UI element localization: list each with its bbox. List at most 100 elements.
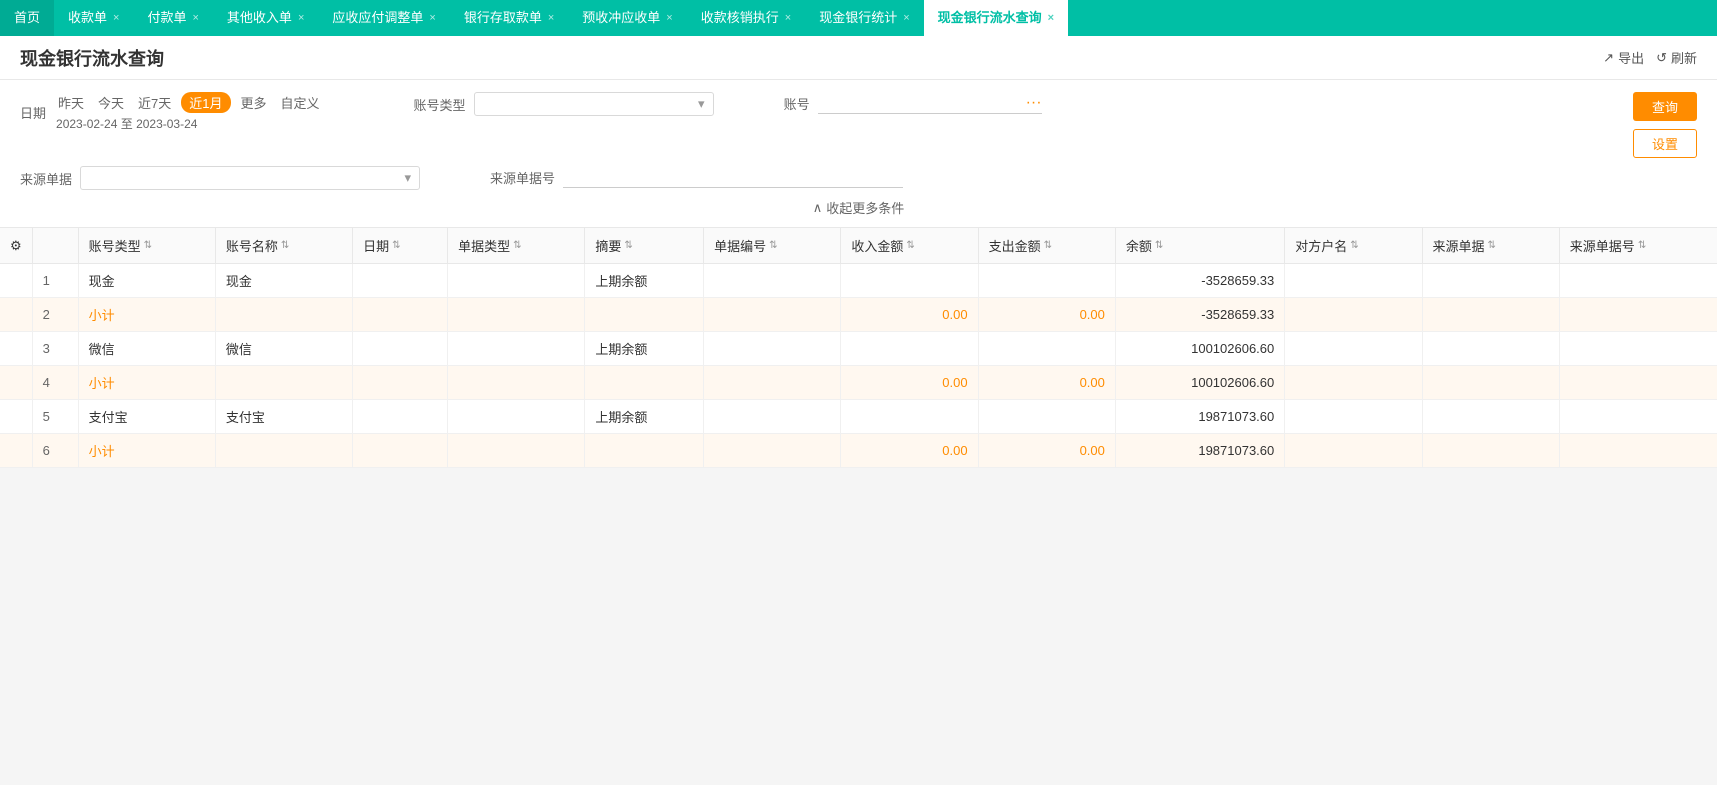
table-cell xyxy=(585,366,704,400)
table-cell xyxy=(1559,366,1717,400)
export-label: 导出 xyxy=(1618,48,1644,67)
th-doc-no[interactable]: 单据编号⇅ xyxy=(704,228,841,264)
close-icon[interactable]: × xyxy=(429,0,435,36)
table-container: ⚙ 账号类型⇅ 账号名称⇅ 日期⇅ 单据类型⇅ 摘要⇅ xyxy=(0,228,1717,468)
chevron-up-icon: ∧ xyxy=(813,200,823,216)
account-type-select[interactable]: ▾ xyxy=(474,92,714,116)
table-cell: 0.00 xyxy=(841,434,978,468)
nav-tab-yushouzhongying[interactable]: 预收冲应收单 × xyxy=(568,0,686,36)
source-doc-select[interactable]: ▾ xyxy=(80,166,420,190)
table-cell xyxy=(1559,332,1717,366)
main-table: ⚙ 账号类型⇅ 账号名称⇅ 日期⇅ 单据类型⇅ 摘要⇅ xyxy=(0,228,1717,468)
nav-tab-fukudan[interactable]: 付款单 × xyxy=(133,0,212,36)
th-account-name[interactable]: 账号名称⇅ xyxy=(215,228,352,264)
table-cell xyxy=(448,366,585,400)
nav-tab-label: 付款单 xyxy=(147,0,186,36)
table-cell xyxy=(0,400,32,434)
chevron-down-icon: ▾ xyxy=(404,170,411,186)
th-counterpart[interactable]: 对方户名⇅ xyxy=(1285,228,1422,264)
nav-tab-liushui[interactable]: 现金银行流水查询 × xyxy=(924,0,1068,36)
th-source-doc-no[interactable]: 来源单据号⇅ xyxy=(1559,228,1717,264)
sort-icon: ⇅ xyxy=(392,240,400,251)
date-opt-today[interactable]: 今天 xyxy=(94,92,128,113)
table-cell: 现金 xyxy=(78,264,215,298)
nav-tab-yingshoutiaozheng[interactable]: 应收应付调整单 × xyxy=(318,0,449,36)
close-icon[interactable]: × xyxy=(192,0,198,36)
th-balance[interactable]: 余额⇅ xyxy=(1115,228,1284,264)
table-cell xyxy=(1285,366,1422,400)
th-expense[interactable]: 支出金额⇅ xyxy=(978,228,1115,264)
table-cell: 现金 xyxy=(215,264,352,298)
table-row[interactable]: 6小计0.000.0019871073.60 xyxy=(0,434,1717,468)
nav-home[interactable]: 首页 xyxy=(0,0,54,36)
table-row[interactable]: 2小计0.000.00-3528659.33 xyxy=(0,298,1717,332)
table-cell xyxy=(215,366,352,400)
collapse-button[interactable]: ∧ 收起更多条件 xyxy=(20,198,1697,217)
source-doc-no-input[interactable] xyxy=(563,166,883,187)
table-cell xyxy=(1422,434,1559,468)
table-cell xyxy=(704,366,841,400)
th-income[interactable]: 收入金额⇅ xyxy=(841,228,978,264)
table-cell: 上期余额 xyxy=(585,332,704,366)
table-cell: 5 xyxy=(32,400,78,434)
export-icon: ↗ xyxy=(1603,50,1614,66)
nav-tab-shoukuanhexiao[interactable]: 收款核销执行 × xyxy=(687,0,805,36)
top-nav: 首页 收款单 × 付款单 × 其他收入单 × 应收应付调整单 × 银行存取款单 … xyxy=(0,0,1717,36)
th-account-type[interactable]: 账号类型⇅ xyxy=(78,228,215,264)
table-cell: 4 xyxy=(32,366,78,400)
table-cell xyxy=(1285,264,1422,298)
table-cell xyxy=(978,332,1115,366)
account-dots-button[interactable]: ··· xyxy=(1026,94,1042,112)
close-icon[interactable]: × xyxy=(548,0,554,36)
date-opt-yesterday[interactable]: 昨天 xyxy=(54,92,88,113)
setting-button[interactable]: 设置 xyxy=(1633,129,1697,158)
th-doc-type[interactable]: 单据类型⇅ xyxy=(448,228,585,264)
table-row[interactable]: 1现金现金上期余额-3528659.33 xyxy=(0,264,1717,298)
date-opt-more[interactable]: 更多 xyxy=(237,92,271,113)
table-cell: 100102606.60 xyxy=(1115,366,1284,400)
table-row[interactable]: 3微信微信上期余额100102606.60 xyxy=(0,332,1717,366)
sort-icon: ⇅ xyxy=(1350,240,1358,251)
table-cell: 微信 xyxy=(78,332,215,366)
table-cell xyxy=(215,298,352,332)
table-cell xyxy=(1559,434,1717,468)
nav-tab-xianjinyinhang[interactable]: 现金银行统计 × xyxy=(805,0,923,36)
table-cell xyxy=(841,400,978,434)
table-cell: 2 xyxy=(32,298,78,332)
export-button[interactable]: ↗ 导出 xyxy=(1603,48,1644,67)
nav-tab-label: 收款核销执行 xyxy=(701,0,779,36)
nav-tab-shoudan[interactable]: 收款单 × xyxy=(54,0,133,36)
table-row[interactable]: 5支付宝支付宝上期余额19871073.60 xyxy=(0,400,1717,434)
table-cell xyxy=(1422,366,1559,400)
date-opt-7days[interactable]: 近7天 xyxy=(134,92,175,113)
table-cell: 100102606.60 xyxy=(1115,332,1284,366)
close-icon[interactable]: × xyxy=(113,0,119,36)
query-button[interactable]: 查询 xyxy=(1633,92,1697,121)
filter-row-2: 来源单据 ▾ 来源单据号 xyxy=(20,166,1697,190)
th-source-doc[interactable]: 来源单据⇅ xyxy=(1422,228,1559,264)
date-opt-custom[interactable]: 自定义 xyxy=(277,92,324,113)
table-row[interactable]: 4小计0.000.00100102606.60 xyxy=(0,366,1717,400)
th-summary[interactable]: 摘要⇅ xyxy=(585,228,704,264)
nav-tab-label: 现金银行统计 xyxy=(819,0,897,36)
close-icon[interactable]: × xyxy=(298,0,304,36)
nav-tab-yinhangcunqu[interactable]: 银行存取款单 × xyxy=(450,0,568,36)
th-date[interactable]: 日期⇅ xyxy=(353,228,448,264)
close-icon[interactable]: × xyxy=(1048,0,1054,36)
account-input[interactable] xyxy=(818,92,1018,113)
sort-icon: ⇅ xyxy=(281,240,289,251)
table-cell xyxy=(448,264,585,298)
filter-account-type: 账号类型 ▾ xyxy=(414,92,714,116)
close-icon[interactable]: × xyxy=(903,0,909,36)
date-option-group: 昨天 今天 近7天 近1月 更多 自定义 xyxy=(54,92,324,113)
table-cell xyxy=(0,298,32,332)
account-input-wrap: ··· xyxy=(818,92,1042,114)
date-opt-1month[interactable]: 近1月 xyxy=(181,92,230,113)
th-gear[interactable]: ⚙ xyxy=(0,228,32,264)
refresh-button[interactable]: ↺ 刷新 xyxy=(1656,48,1697,67)
close-icon[interactable]: × xyxy=(666,0,672,36)
table-header-row: ⚙ 账号类型⇅ 账号名称⇅ 日期⇅ 单据类型⇅ 摘要⇅ xyxy=(0,228,1717,264)
nav-tab-label: 现金银行流水查询 xyxy=(938,0,1042,36)
close-icon[interactable]: × xyxy=(785,0,791,36)
nav-tab-qitashouru[interactable]: 其他收入单 × xyxy=(213,0,318,36)
